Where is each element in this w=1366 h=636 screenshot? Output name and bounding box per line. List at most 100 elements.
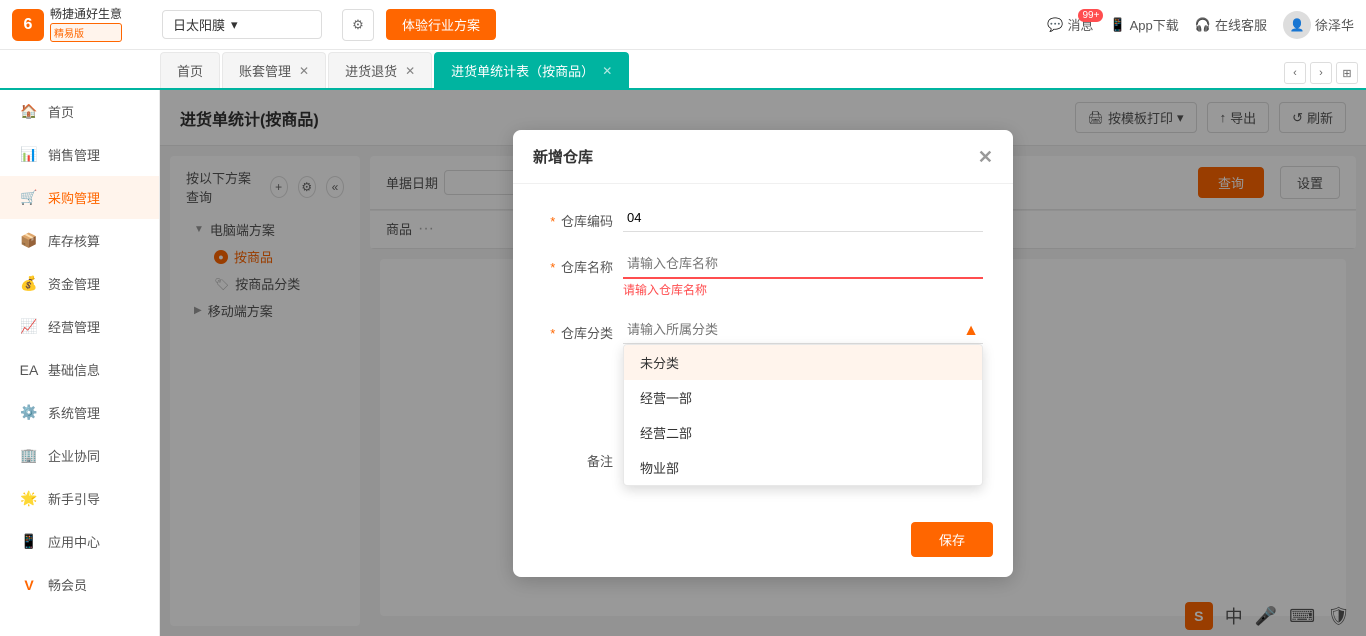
save-button[interactable]: 保存: [911, 522, 993, 557]
sidebar-item-member-label: 畅会员: [48, 575, 87, 594]
sidebar-item-finance[interactable]: 💰 资金管理: [0, 262, 159, 305]
tab-home-label: 首页: [177, 61, 203, 80]
code-label: * 仓库编码: [543, 204, 623, 230]
appstore-icon: 📱: [20, 533, 38, 551]
sidebar-item-member[interactable]: V 畅会员: [0, 563, 159, 606]
modal-footer: 保存: [513, 510, 1013, 577]
tab-expand[interactable]: ⊞: [1336, 62, 1358, 84]
corp-icon: 🏢: [20, 447, 38, 465]
modal-close-button[interactable]: ✕: [978, 148, 993, 166]
sidebar-item-guide-label: 新手引导: [48, 489, 100, 508]
tab-purchase-return-close[interactable]: ✕: [405, 64, 415, 78]
dropdown-item-1[interactable]: 经营一部: [624, 380, 982, 415]
form-row-code: * 仓库编码: [543, 204, 983, 232]
sidebar-item-appstore[interactable]: 📱 应用中心: [0, 520, 159, 563]
sidebar-item-inventory[interactable]: 📦 库存核算: [0, 219, 159, 262]
dropdown-item-3[interactable]: 物业部: [624, 450, 982, 485]
user-menu[interactable]: 👤 徐泽华: [1283, 11, 1354, 39]
form-row-name: * 仓库名称 请输入仓库名称: [543, 250, 983, 298]
headset-icon: 🎧: [1195, 17, 1211, 33]
warehouse-name-error: 请输入仓库名称: [623, 281, 983, 298]
sidebar-item-system-label: 系统管理: [48, 403, 100, 422]
sidebar-item-guide[interactable]: 🌟 新手引导: [0, 477, 159, 520]
tab-account-label: 账套管理: [239, 61, 291, 80]
modal-body: * 仓库编码 * 仓库名称: [513, 184, 1013, 510]
sidebar-item-home[interactable]: 🏠 首页: [0, 90, 159, 133]
chevron-down-icon: ▾: [231, 17, 238, 33]
logo-icon: 6: [12, 9, 44, 41]
category-label: * 仓库分类: [543, 316, 623, 342]
purchase-icon: 🛒: [20, 189, 38, 207]
sidebar-item-inventory-label: 库存核算: [48, 231, 100, 250]
tab-purchase-stats-close[interactable]: ✕: [602, 64, 612, 78]
sidebar-item-operation[interactable]: 📈 经营管理: [0, 305, 159, 348]
sidebar-item-corp-label: 企业协同: [48, 446, 100, 465]
header-center: ⚙ 体验行业方案: [322, 9, 1047, 41]
tab-account[interactable]: 账套管理 ✕: [222, 52, 326, 88]
sidebar-item-sales-label: 销售管理: [48, 145, 100, 164]
dropdown-item-0[interactable]: 未分类: [624, 345, 982, 380]
online-service-label: 在线客服: [1215, 15, 1267, 34]
tab-scroll-right[interactable]: ›: [1310, 62, 1332, 84]
dropdown-item-2[interactable]: 经营二部: [624, 415, 982, 450]
sales-icon: 📊: [20, 146, 38, 164]
basic-icon: EA: [20, 361, 38, 379]
sidebar-item-purchase-label: 采购管理: [48, 188, 100, 207]
phone-icon: 📱: [1109, 17, 1125, 33]
sidebar-item-basic-label: 基础信息: [48, 360, 100, 379]
finance-icon: 💰: [20, 275, 38, 293]
warehouse-category-input[interactable]: [623, 316, 983, 344]
home-icon: 🏠: [20, 103, 38, 121]
sidebar: 🏠 首页 📊 销售管理 🛒 采购管理 📦 库存核算 💰 资金管理 📈 经营管理 …: [0, 90, 160, 636]
message-badge: 99+: [1078, 9, 1103, 22]
gear-button[interactable]: ⚙: [342, 9, 374, 41]
tab-account-close[interactable]: ✕: [299, 64, 309, 78]
sidebar-item-sales[interactable]: 📊 销售管理: [0, 133, 159, 176]
online-service-button[interactable]: 🎧 在线客服: [1195, 15, 1267, 34]
modal-add-warehouse: 新增仓库 ✕ * 仓库编码: [513, 130, 1013, 577]
sidebar-item-home-label: 首页: [48, 102, 74, 121]
tab-scroll-left[interactable]: ‹: [1284, 62, 1306, 84]
app-download-label: App下载: [1130, 15, 1179, 34]
warehouse-name-input[interactable]: [623, 250, 983, 279]
message-button[interactable]: 💬 消息 99+: [1047, 15, 1093, 34]
header-right: 💬 消息 99+ 📱 App下载 🎧 在线客服 👤 徐泽华: [1047, 11, 1354, 39]
sidebar-item-purchase[interactable]: 🛒 采购管理: [0, 176, 159, 219]
store-selector[interactable]: 日太阳膜 ▾: [162, 10, 322, 39]
system-icon: ⚙️: [20, 404, 38, 422]
modal-overlay[interactable]: 新增仓库 ✕ * 仓库编码: [160, 90, 1366, 636]
logo-text: 畅捷通好生意: [50, 7, 122, 23]
modal-title: 新增仓库: [533, 146, 593, 167]
tab-purchase-return-label: 进货退货: [345, 61, 397, 80]
name-label: * 仓库名称: [543, 250, 623, 276]
avatar: 👤: [1283, 11, 1311, 39]
category-field: ▲: [623, 316, 983, 344]
top-header: 6 畅捷通好生意 精易版 日太阳膜 ▾ ⚙ 体验行业方案 💬 消息 99+ 📱 …: [0, 0, 1366, 50]
sidebar-item-corp[interactable]: 🏢 企业协同: [0, 434, 159, 477]
tab-controls: ‹ › ⊞: [1284, 62, 1366, 88]
remark-label: 备注: [543, 444, 623, 470]
trial-button[interactable]: 体验行业方案: [386, 9, 496, 40]
category-toggle-icon[interactable]: ▲: [963, 322, 979, 340]
logo-badge: 精易版: [50, 23, 122, 42]
modal-header: 新增仓库 ✕: [513, 130, 1013, 184]
store-name: 日太阳膜: [173, 15, 225, 34]
warehouse-code-input[interactable]: [623, 204, 983, 232]
name-field: 请输入仓库名称: [623, 250, 983, 298]
main-layout: 🏠 首页 📊 销售管理 🛒 采购管理 📦 库存核算 💰 资金管理 📈 经营管理 …: [0, 90, 1366, 636]
tab-purchase-stats[interactable]: 进货单统计表（按商品） ✕: [434, 52, 629, 88]
logo-area: 6 畅捷通好生意 精易版: [12, 7, 162, 42]
sidebar-item-appstore-label: 应用中心: [48, 532, 100, 551]
tab-purchase-return[interactable]: 进货退货 ✕: [328, 52, 432, 88]
sidebar-item-finance-label: 资金管理: [48, 274, 100, 293]
guide-icon: 🌟: [20, 490, 38, 508]
app-download-button[interactable]: 📱 App下载: [1109, 15, 1178, 34]
code-field: [623, 204, 983, 232]
sidebar-item-system[interactable]: ⚙️ 系统管理: [0, 391, 159, 434]
sidebar-item-basic[interactable]: EA 基础信息: [0, 348, 159, 391]
member-icon: V: [20, 576, 38, 594]
tab-home[interactable]: 首页: [160, 52, 220, 88]
form-row-category: * 仓库分类 ▲ 未分类 经营一部 经营二部 物业部: [543, 316, 983, 344]
message-icon: 💬: [1047, 17, 1063, 33]
tab-bar: 首页 账套管理 ✕ 进货退货 ✕ 进货单统计表（按商品） ✕ ‹ › ⊞: [0, 50, 1366, 90]
